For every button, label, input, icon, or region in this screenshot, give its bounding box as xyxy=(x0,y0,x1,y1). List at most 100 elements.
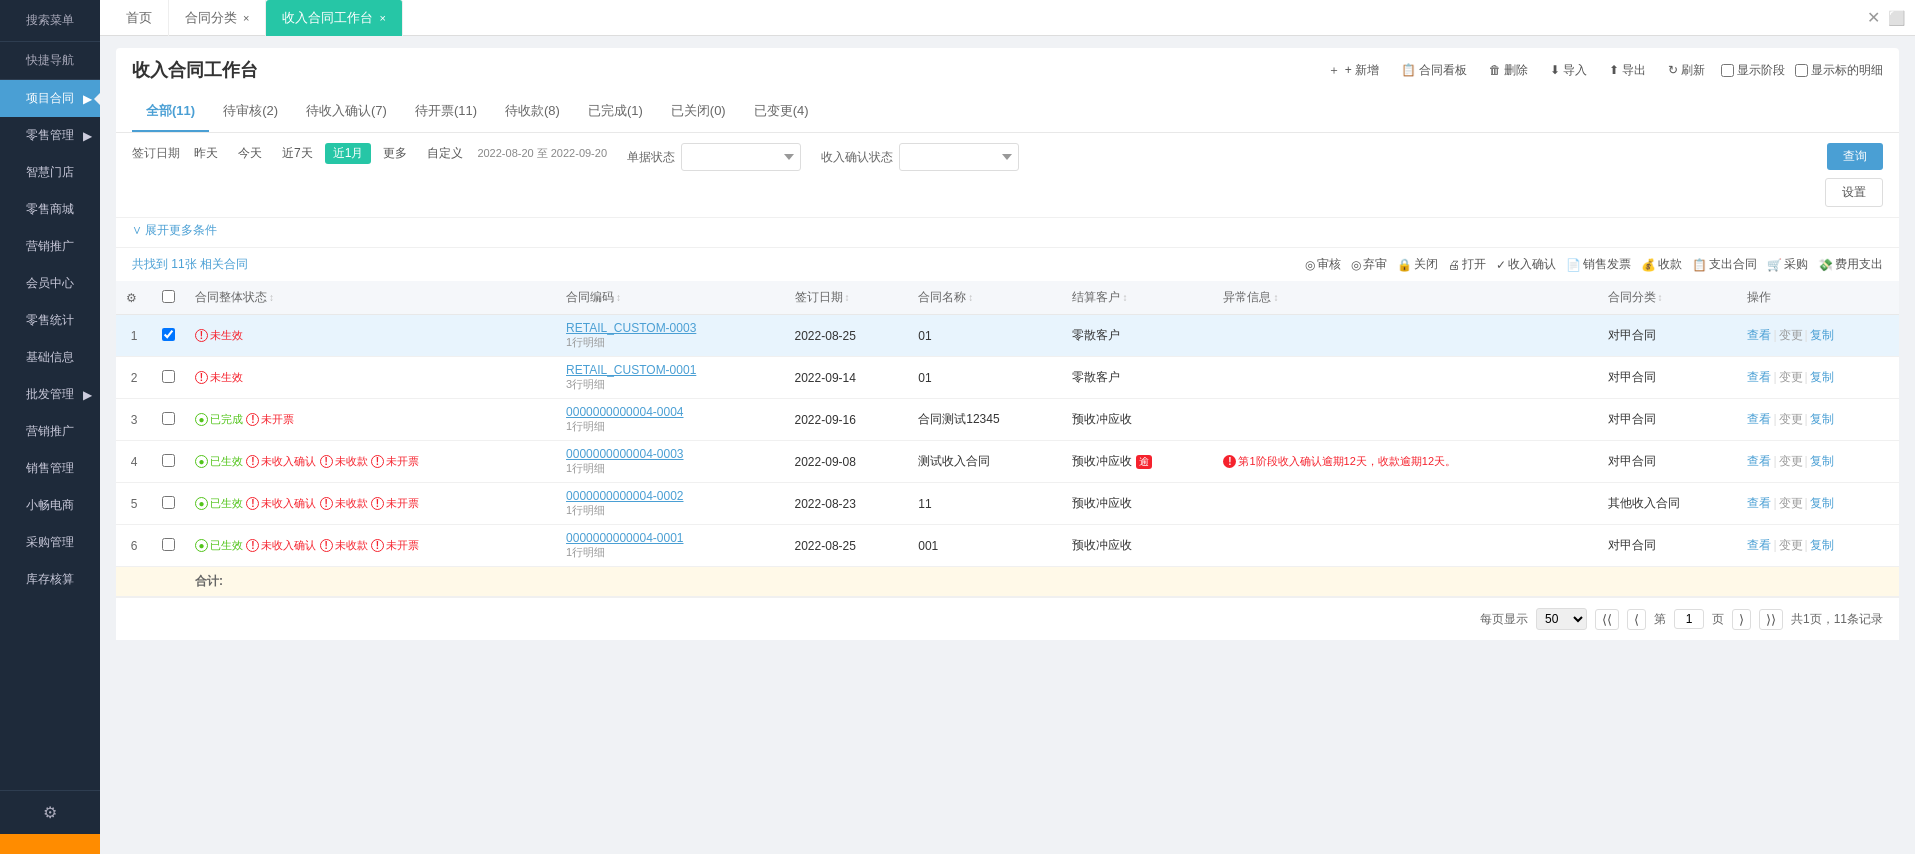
sidebar-search[interactable]: 搜索菜单 xyxy=(0,0,100,42)
expense-action[interactable]: 💸 费用支出 xyxy=(1818,256,1883,273)
tab-contract-category[interactable]: 合同分类 × xyxy=(169,0,266,36)
view-link[interactable]: 查看 xyxy=(1747,370,1771,384)
contract-code-link[interactable]: RETAIL_CUSTOM-0001 xyxy=(566,363,696,377)
next-page-button[interactable]: ⟩ xyxy=(1732,609,1751,630)
contract-code-link[interactable]: 0000000000004-0004 xyxy=(566,405,683,419)
row-checkbox[interactable] xyxy=(162,454,175,467)
query-button[interactable]: 查询 xyxy=(1827,143,1883,170)
close-action[interactable]: 🔒 关闭 xyxy=(1397,256,1438,273)
change-link[interactable]: 变更 xyxy=(1779,538,1803,552)
view-link[interactable]: 查看 xyxy=(1747,496,1771,510)
sidebar-item-retailstat[interactable]: 零售统计 xyxy=(0,302,100,339)
view-link[interactable]: 查看 xyxy=(1747,454,1771,468)
first-page-button[interactable]: ⟨⟨ xyxy=(1595,609,1619,630)
filter-tab-pending-payment[interactable]: 待收款(8) xyxy=(491,92,574,132)
date-btn-custom[interactable]: 自定义 xyxy=(419,143,471,164)
contract-board-button[interactable]: 📋 合同看板 xyxy=(1395,59,1473,82)
copy-link[interactable]: 复制 xyxy=(1810,538,1834,552)
change-link[interactable]: 变更 xyxy=(1779,328,1803,342)
settings-icon[interactable]: ⚙ xyxy=(0,790,100,834)
date-btn-yesterday[interactable]: 昨天 xyxy=(186,143,226,164)
contract-code-link[interactable]: 0000000000004-0002 xyxy=(566,489,683,503)
change-link[interactable]: 变更 xyxy=(1779,454,1803,468)
refresh-button[interactable]: ↻ 刷新 xyxy=(1662,59,1711,82)
row-checkbox[interactable] xyxy=(162,412,175,425)
purchase-action[interactable]: 🛒 采购 xyxy=(1767,256,1808,273)
date-btn-more[interactable]: 更多 xyxy=(375,143,415,164)
income-confirm-select[interactable] xyxy=(899,143,1019,171)
page-number-input[interactable] xyxy=(1674,609,1704,629)
view-link[interactable]: 查看 xyxy=(1747,412,1771,426)
abandon-action[interactable]: ◎ 弃审 xyxy=(1351,256,1387,273)
contract-code-link[interactable]: 0000000000004-0001 xyxy=(566,531,683,545)
date-btn-7days[interactable]: 近7天 xyxy=(274,143,321,164)
filter-tab-changed[interactable]: 已变更(4) xyxy=(740,92,823,132)
filter-tab-pending-audit[interactable]: 待审核(2) xyxy=(209,92,292,132)
sidebar-item-retail[interactable]: 零售管理 ▶ xyxy=(0,117,100,154)
close-tab-icon[interactable]: × xyxy=(243,12,249,24)
sidebar-item-project[interactable]: 项目合同 ▶ xyxy=(0,80,100,117)
filter-tabs: 全部(11) 待审核(2) 待收入确认(7) 待开票(11) 待收款(8) 已完… xyxy=(116,92,1899,133)
set-button[interactable]: 设置 xyxy=(1825,178,1883,207)
select-all-checkbox[interactable] xyxy=(162,290,175,303)
out-contract-action[interactable]: 📋 支出合同 xyxy=(1692,256,1757,273)
contract-code-link[interactable]: RETAIL_CUSTOM-0003 xyxy=(566,321,696,335)
col-actions: 操作 xyxy=(1737,281,1899,315)
import-button[interactable]: ⬇ 导入 xyxy=(1544,59,1593,82)
row-checkbox[interactable] xyxy=(162,370,175,383)
print-action[interactable]: 🖨 打开 xyxy=(1448,256,1486,273)
income-confirm-action[interactable]: ✓ 收入确认 xyxy=(1496,256,1556,273)
window-maximize-icon[interactable]: ⬜ xyxy=(1888,10,1905,26)
sidebar-quick-nav[interactable]: 快捷导航 xyxy=(0,42,100,80)
sidebar-item-sales[interactable]: 销售管理 xyxy=(0,450,100,487)
sidebar-item-smartstore[interactable]: 智慧门店 xyxy=(0,154,100,191)
doc-status-select[interactable] xyxy=(681,143,801,171)
expand-filter-button[interactable]: ∨ 展开更多条件 xyxy=(132,221,217,239)
change-link[interactable]: 变更 xyxy=(1779,370,1803,384)
sidebar-item-baseinfo[interactable]: 基础信息 xyxy=(0,339,100,376)
copy-link[interactable]: 复制 xyxy=(1810,454,1834,468)
collection-action[interactable]: 💰 收款 xyxy=(1641,256,1682,273)
view-link[interactable]: 查看 xyxy=(1747,328,1771,342)
tab-home[interactable]: 首页 xyxy=(110,0,169,36)
filter-tab-pending-confirm[interactable]: 待收入确认(7) xyxy=(292,92,401,132)
change-link[interactable]: 变更 xyxy=(1779,496,1803,510)
show-segment-checkbox[interactable]: 显示阶段 xyxy=(1721,62,1785,79)
sidebar-item-marketing2[interactable]: 营销推广 xyxy=(0,413,100,450)
show-detail-checkbox[interactable]: 显示标的明细 xyxy=(1795,62,1883,79)
view-link[interactable]: 查看 xyxy=(1747,538,1771,552)
sidebar-item-ecommerce[interactable]: 小畅电商 xyxy=(0,487,100,524)
export-button[interactable]: ⬆ 导出 xyxy=(1603,59,1652,82)
window-close-icon[interactable]: ✕ xyxy=(1867,8,1880,27)
prev-page-button[interactable]: ⟨ xyxy=(1627,609,1646,630)
close-tab-icon[interactable]: × xyxy=(379,12,385,24)
copy-link[interactable]: 复制 xyxy=(1810,370,1834,384)
page-size-select[interactable]: 50 10 20 100 xyxy=(1536,608,1587,630)
sidebar-item-marketing[interactable]: 营销推广 xyxy=(0,228,100,265)
row-checkbox[interactable] xyxy=(162,538,175,551)
sidebar-item-purchase[interactable]: 采购管理 xyxy=(0,524,100,561)
date-btn-1month[interactable]: 近1月 xyxy=(325,143,372,164)
copy-link[interactable]: 复制 xyxy=(1810,328,1834,342)
add-button[interactable]: ＋ + 新增 xyxy=(1322,59,1385,82)
date-btn-today[interactable]: 今天 xyxy=(230,143,270,164)
sidebar-item-retailmall[interactable]: 零售商城 xyxy=(0,191,100,228)
audit-action[interactable]: ◎ 审核 xyxy=(1305,256,1341,273)
delete-button[interactable]: 🗑 删除 xyxy=(1483,59,1534,82)
copy-link[interactable]: 复制 xyxy=(1810,496,1834,510)
change-link[interactable]: 变更 xyxy=(1779,412,1803,426)
sidebar-item-member[interactable]: 会员中心 xyxy=(0,265,100,302)
row-checkbox[interactable] xyxy=(162,496,175,509)
tab-income-contract[interactable]: 收入合同工作台 × xyxy=(266,0,402,36)
filter-tab-completed[interactable]: 已完成(1) xyxy=(574,92,657,132)
sidebar-item-inventory[interactable]: 库存核算 xyxy=(0,561,100,598)
filter-tab-pending-invoice[interactable]: 待开票(11) xyxy=(401,92,491,132)
sales-invoice-action[interactable]: 📄 销售发票 xyxy=(1566,256,1631,273)
row-checkbox[interactable] xyxy=(162,328,175,341)
filter-tab-closed[interactable]: 已关闭(0) xyxy=(657,92,740,132)
filter-tab-all[interactable]: 全部(11) xyxy=(132,92,209,132)
last-page-button[interactable]: ⟩⟩ xyxy=(1759,609,1783,630)
sidebar-item-wholesale[interactable]: 批发管理 ▶ xyxy=(0,376,100,413)
contract-code-link[interactable]: 0000000000004-0003 xyxy=(566,447,683,461)
copy-link[interactable]: 复制 xyxy=(1810,412,1834,426)
